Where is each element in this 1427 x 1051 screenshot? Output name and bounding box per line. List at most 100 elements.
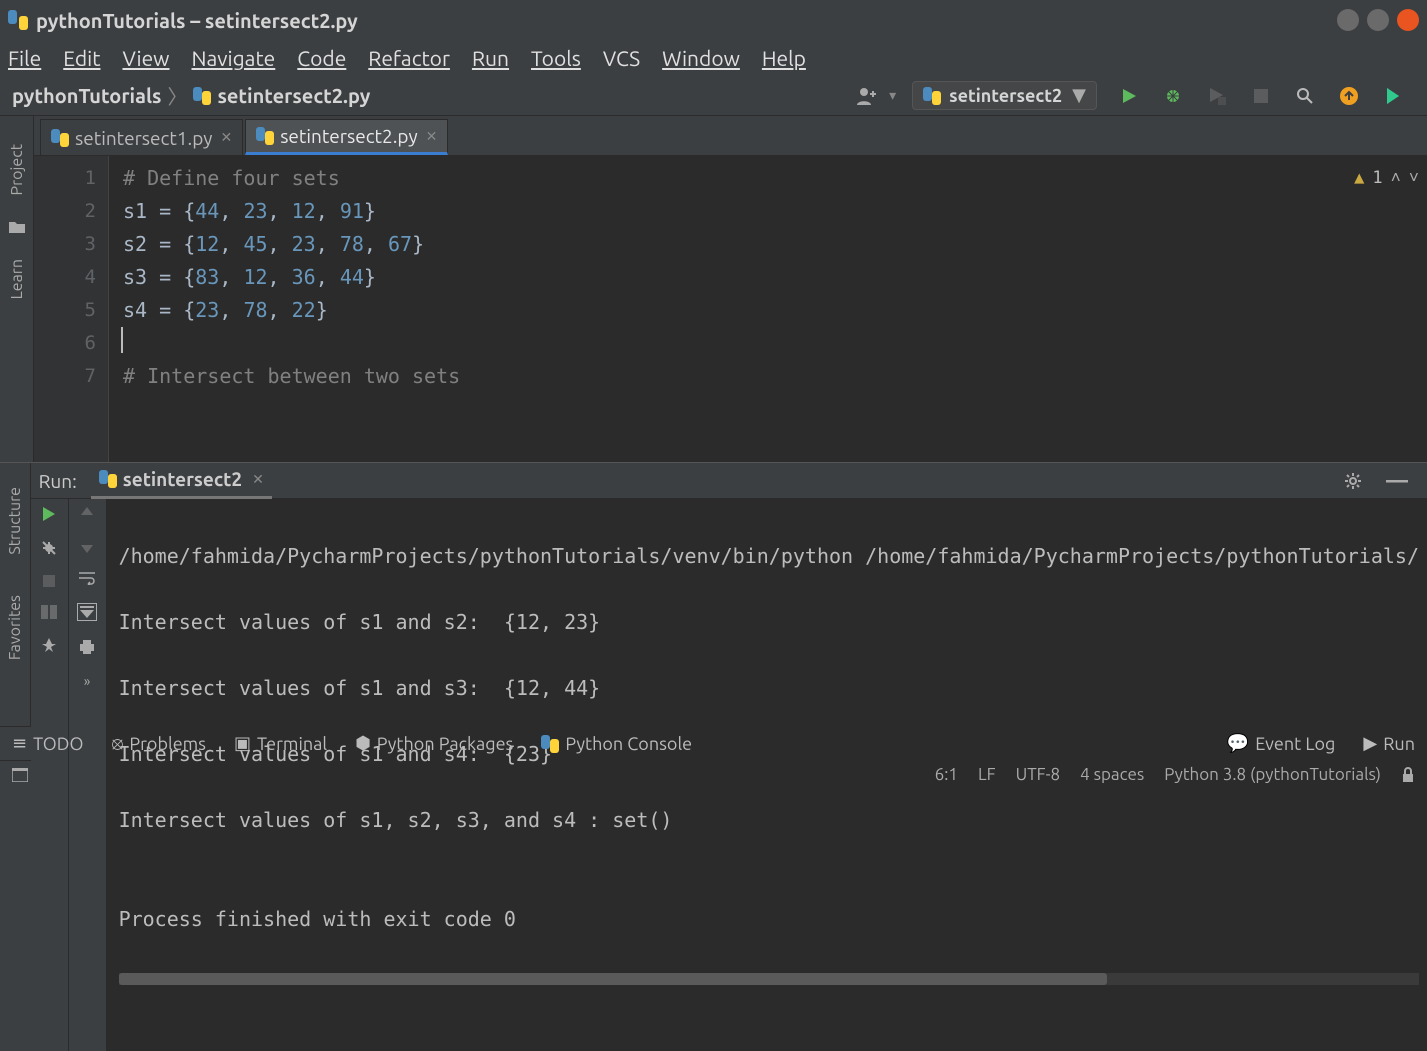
run-action-toolbar (31, 499, 69, 1051)
menu-window[interactable]: Window (662, 46, 740, 70)
python-file-icon (51, 129, 69, 147)
left-tool-stripe-lower: Structure Favorites (0, 463, 31, 726)
run-config-name: setintersect2 (949, 86, 1062, 106)
problems-tool-button[interactable]: ⦻Problems (111, 733, 206, 754)
python-packages-tool-button[interactable]: ⬢Python Packages (355, 733, 513, 754)
scroll-to-end-icon[interactable] (77, 603, 97, 621)
python-icon (541, 735, 559, 753)
status-interpreter[interactable]: Python 3.8 (pythonTutorials) (1164, 765, 1381, 784)
print-icon[interactable] (78, 639, 96, 655)
terminal-tool-button[interactable]: ▣Terminal (234, 733, 327, 754)
expand-icon[interactable]: » (84, 673, 91, 689)
down-stack-icon[interactable] (81, 539, 93, 553)
run-coverage-button[interactable] (1205, 84, 1229, 108)
debug-tool-icon[interactable] (40, 539, 58, 557)
breadcrumb-project[interactable]: pythonTutorials (12, 84, 161, 107)
gear-icon[interactable] (1341, 469, 1365, 493)
learn-tool-button[interactable]: Learn (8, 259, 26, 299)
output-line: Process finished with exit code 0 (119, 903, 1419, 936)
menu-help[interactable]: Help (762, 46, 806, 70)
structure-tool-button[interactable]: Structure (6, 487, 24, 555)
run-tool-header: Run: setintersect2 ✕ — (31, 463, 1427, 499)
inspection-count[interactable]: 1 (1372, 162, 1382, 195)
output-line: /home/fahmida/PycharmProjects/pythonTuto… (119, 540, 1419, 573)
editor-tab-setintersect1[interactable]: setintersect1.py ✕ (40, 119, 243, 155)
rerun-button[interactable] (42, 507, 56, 521)
breadcrumb-file[interactable]: setintersect2.py (217, 84, 370, 107)
project-tool-button[interactable]: Project (8, 144, 26, 195)
prev-highlight-icon[interactable]: ˄ (1391, 162, 1401, 195)
output-line: Intersect values of s1 and s2: {12, 23} (119, 606, 1419, 639)
window-maximize-button[interactable] (1367, 9, 1389, 31)
run-tab-name: setintersect2 (123, 468, 242, 490)
python-icon (923, 87, 941, 105)
run-tab-setintersect2[interactable]: setintersect2 ✕ (91, 463, 272, 499)
next-highlight-icon[interactable]: ˅ (1409, 162, 1419, 195)
status-line-col[interactable]: 6:1 (935, 765, 958, 784)
python-console-tool-button[interactable]: Python Console (541, 734, 692, 754)
folder-icon (8, 219, 26, 235)
search-everywhere-button[interactable] (1293, 84, 1317, 108)
menu-view[interactable]: View (122, 46, 169, 70)
text-cursor (121, 327, 123, 353)
menu-code[interactable]: Code (297, 46, 346, 70)
todo-tool-button[interactable]: ≡TODO (12, 733, 83, 754)
tool-windows-icon[interactable] (12, 768, 28, 782)
python-icon (99, 470, 117, 488)
menu-navigate[interactable]: Navigate (191, 46, 275, 70)
up-stack-icon[interactable] (81, 507, 93, 521)
app-icon (8, 10, 28, 30)
menu-tools[interactable]: Tools (531, 46, 581, 70)
soft-wrap-icon[interactable] (78, 571, 96, 585)
status-line-separator[interactable]: LF (978, 765, 996, 784)
run-button[interactable] (1117, 84, 1141, 108)
run-configuration-dropdown[interactable]: setintersect2 ▼ (912, 81, 1097, 110)
add-user-icon[interactable] (855, 84, 879, 108)
run-label: Run: (39, 470, 77, 492)
lock-icon[interactable] (1401, 767, 1415, 783)
window-close-button[interactable] (1397, 9, 1419, 31)
editor-tabs: setintersect1.py ✕ setintersect2.py ✕ (34, 116, 1427, 156)
menu-file[interactable]: File (8, 46, 41, 70)
tab-label: setintersect2.py (280, 125, 417, 147)
horizontal-scrollbar[interactable] (119, 973, 1419, 985)
status-encoding[interactable]: UTF-8 (1016, 765, 1061, 784)
python-file-icon (193, 87, 211, 105)
layout-tool-icon[interactable] (41, 605, 57, 619)
stop-tool-button[interactable] (43, 575, 55, 587)
menu-run[interactable]: Run (472, 46, 509, 70)
stop-button[interactable] (1249, 84, 1273, 108)
event-log-tool-button[interactable]: 💬Event Log (1227, 733, 1336, 754)
debug-button[interactable] (1161, 84, 1185, 108)
menu-edit[interactable]: Edit (63, 46, 100, 70)
tab-label: setintersect1.py (75, 127, 212, 149)
favorites-tool-button[interactable]: Favorites (6, 595, 24, 660)
editor-tab-setintersect2[interactable]: setintersect2.py ✕ (245, 119, 448, 155)
window-minimize-button[interactable] (1337, 9, 1359, 31)
run-tool-button[interactable]: ▶Run (1363, 733, 1415, 754)
pin-tool-icon[interactable] (41, 637, 57, 653)
window-title: pythonTutorials – setintersect2.py (36, 9, 358, 32)
gutter-line-numbers: 1 2 3 4 5 6 7 (34, 156, 108, 462)
warning-icon[interactable]: ▲ (1354, 162, 1364, 195)
output-line: Intersect values of s1 and s3: {12, 44} (119, 672, 1419, 705)
hide-panel-icon[interactable]: — (1385, 469, 1409, 493)
left-tool-stripe: Project Learn (0, 116, 34, 462)
editor-body[interactable]: 1 2 3 4 5 6 7 # Define four sets s1 = {4… (34, 156, 1427, 462)
python-file-icon (256, 127, 274, 145)
menu-vcs[interactable]: VCS (603, 46, 640, 70)
breadcrumb[interactable]: pythonTutorials 〉 setintersect2.py (12, 81, 370, 110)
close-tab-icon[interactable]: ✕ (426, 128, 438, 145)
status-indent[interactable]: 4 spaces (1080, 765, 1144, 784)
close-tab-icon[interactable]: ✕ (252, 471, 264, 488)
menu-refactor[interactable]: Refactor (368, 46, 450, 70)
navigation-toolbar: pythonTutorials 〉 setintersect2.py ▾ set… (0, 76, 1427, 116)
run-output-toolbar: » (69, 499, 107, 1051)
close-tab-icon[interactable]: ✕ (220, 129, 232, 146)
update-button[interactable] (1337, 84, 1361, 108)
menu-bar: File Edit View Navigate Code Refactor Ru… (0, 40, 1427, 76)
code-content[interactable]: # Define four sets s1 = {44, 23, 12, 91}… (108, 156, 1427, 462)
ide-and-project-settings-icon[interactable] (1381, 84, 1405, 108)
output-line: Intersect values of s1, s2, s3, and s4 :… (119, 804, 1419, 837)
title-bar: pythonTutorials – setintersect2.py (0, 0, 1427, 40)
